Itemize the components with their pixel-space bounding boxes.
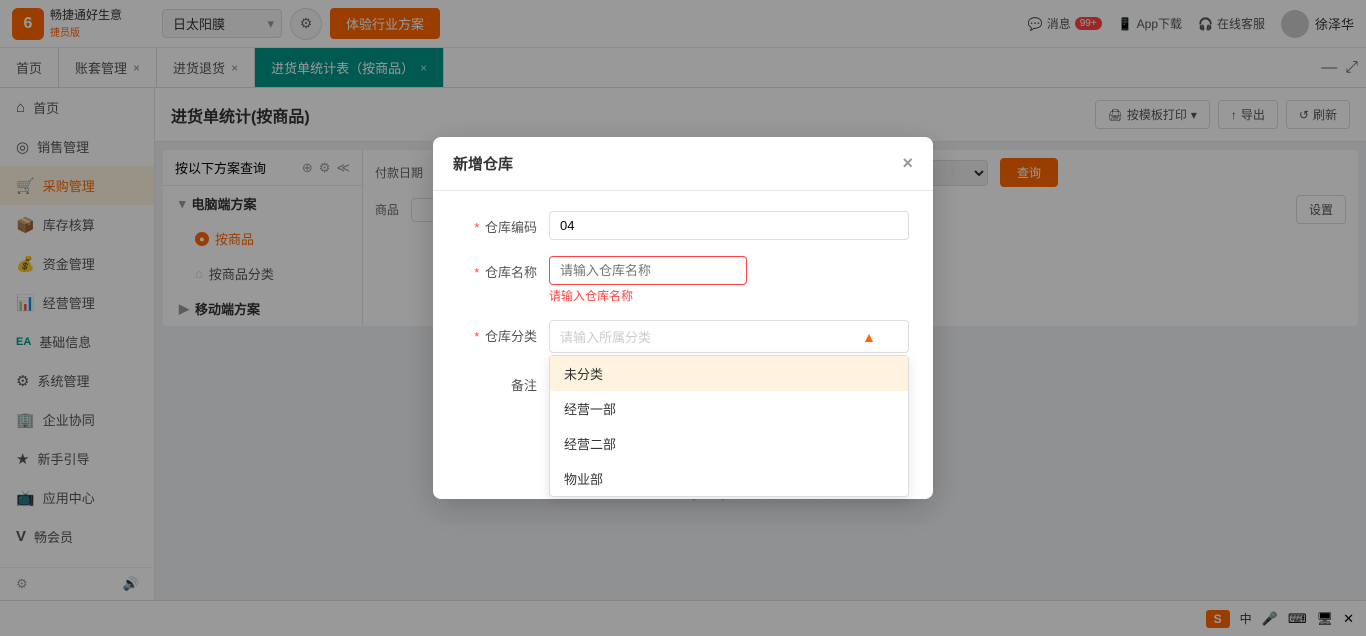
modal-overlay: 新增仓库 × * 仓库编码 * 仓库名称 请输入仓库名称 bbox=[0, 0, 1366, 636]
category-dropdown-menu: 未分类 经营一部 经营二部 物业部 bbox=[549, 355, 909, 497]
dialog-header: 新增仓库 × bbox=[433, 137, 933, 191]
dialog-close-button[interactable]: × bbox=[902, 153, 913, 174]
code-input[interactable] bbox=[549, 211, 909, 240]
name-input[interactable] bbox=[549, 256, 747, 285]
name-error-msg: 请输入仓库名称 bbox=[549, 287, 909, 304]
field-row-category: * 仓库分类 请输入所属分类 ▲ 未分类 经营一部 经营二部 物业部 bbox=[457, 320, 909, 353]
field-row-code: * 仓库编码 bbox=[457, 211, 909, 240]
add-warehouse-dialog: 新增仓库 × * 仓库编码 * 仓库名称 请输入仓库名称 bbox=[433, 137, 933, 499]
dialog-body: * 仓库编码 * 仓库名称 请输入仓库名称 * bbox=[433, 191, 933, 434]
field-row-name: * 仓库名称 请输入仓库名称 bbox=[457, 256, 909, 304]
dropdown-item-dept1[interactable]: 经营一部 bbox=[550, 391, 908, 426]
dropdown-arrow-icon: ▲ bbox=[862, 329, 876, 345]
category-label: * 仓库分类 bbox=[457, 320, 537, 345]
dropdown-item-dept3[interactable]: 物业部 bbox=[550, 461, 908, 496]
code-label: * 仓库编码 bbox=[457, 211, 537, 236]
category-field-wrap: 请输入所属分类 ▲ 未分类 经营一部 经营二部 物业部 bbox=[549, 320, 909, 353]
dropdown-item-none[interactable]: 未分类 bbox=[550, 356, 908, 391]
category-placeholder: 请输入所属分类 bbox=[560, 327, 651, 346]
dialog-title: 新增仓库 bbox=[453, 153, 513, 174]
category-dropdown-trigger[interactable]: 请输入所属分类 ▲ bbox=[549, 320, 909, 353]
note-label: 备注 bbox=[457, 369, 537, 394]
name-label: * 仓库名称 bbox=[457, 256, 537, 281]
dropdown-item-dept2[interactable]: 经营二部 bbox=[550, 426, 908, 461]
name-field-wrap: 请输入仓库名称 bbox=[549, 256, 909, 304]
